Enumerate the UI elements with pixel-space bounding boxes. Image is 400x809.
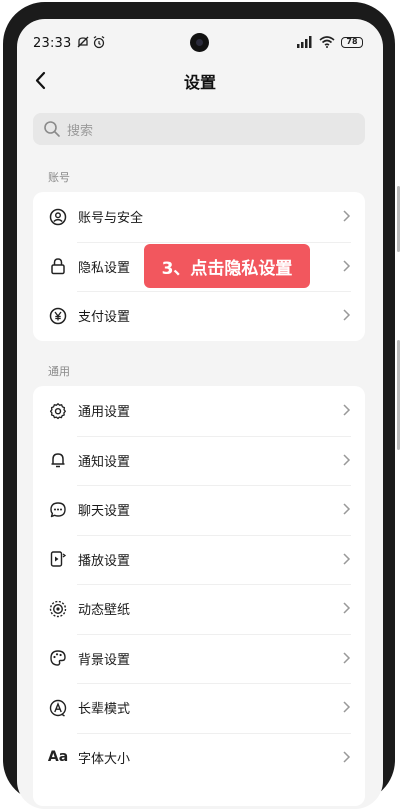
yuan-icon (48, 306, 68, 326)
status-time: 23:33 (33, 36, 72, 51)
settings-item-payment[interactable]: 支付设置 (33, 291, 365, 341)
battery-icon: 78 (341, 36, 363, 48)
chevron-right-icon (343, 503, 351, 515)
elder-mode-icon (48, 698, 68, 718)
status-bar: 23:33 78 (17, 19, 383, 65)
section-title-account: 账号 (48, 171, 70, 184)
settings-item-label: 通用设置 (78, 405, 131, 421)
settings-item-label: 播放设置 (78, 553, 131, 569)
chevron-right-icon (343, 259, 351, 272)
tutorial-callout: 3、点击隐私设置 (144, 244, 310, 288)
font-size-icon: Aa (47, 749, 69, 766)
title-bar: 设置 (17, 65, 383, 105)
search-input[interactable]: 搜索 (33, 113, 365, 145)
chevron-right-icon (343, 602, 351, 614)
user-circle-icon (48, 207, 68, 227)
live-wallpaper-icon (48, 599, 68, 619)
settings-item-live-wallpaper[interactable]: 动态壁纸 (33, 584, 365, 634)
chevron-right-icon (343, 750, 351, 763)
screen: 23:33 78 设置 搜索 账号 账号与安全 隐私设置 支付设置 通用 通用设… (17, 19, 383, 809)
gear-icon (48, 401, 68, 421)
settings-item-playback[interactable]: 播放设置 (33, 534, 365, 585)
search-placeholder: 搜索 (67, 123, 94, 139)
settings-item-label: 长辈模式 (78, 702, 131, 718)
status-right: 78 (297, 36, 363, 48)
settings-item-chat[interactable]: 聊天设置 (33, 485, 365, 535)
front-camera (190, 33, 209, 52)
settings-item-notification[interactable]: 通知设置 (33, 435, 365, 486)
general-card: 通用设置 通知设置 聊天设置 播放设置 动态壁纸 背景设置 长辈模式 Aa 字体… (33, 386, 365, 806)
settings-item-label: 背景设置 (78, 652, 131, 668)
chevron-right-icon (343, 651, 351, 664)
alarm-icon (93, 35, 105, 49)
lock-icon (48, 256, 68, 276)
chevron-right-icon (343, 552, 351, 565)
section-title-general: 通用 (48, 365, 70, 378)
wifi-icon (319, 36, 335, 48)
chat-bubble-icon (48, 500, 68, 520)
chevron-right-icon (343, 453, 351, 466)
silent-icon (77, 36, 89, 48)
settings-item-label: 账号与安全 (78, 211, 144, 227)
play-settings-icon (48, 549, 68, 569)
settings-item-general[interactable]: 通用设置 (33, 386, 365, 436)
chevron-right-icon (343, 404, 351, 416)
chevron-right-icon (343, 309, 351, 321)
page-title: 设置 (183, 73, 216, 92)
chevron-right-icon (343, 701, 351, 713)
settings-item-elder-mode[interactable]: 长辈模式 (33, 683, 365, 733)
palette-icon (48, 648, 68, 668)
settings-item-label: 通知设置 (78, 454, 131, 470)
signal-icon (297, 36, 312, 48)
settings-item-account-security[interactable]: 账号与安全 (33, 192, 365, 242)
settings-item-label: 聊天设置 (78, 504, 131, 520)
chevron-right-icon (343, 210, 351, 222)
settings-item-label: 动态壁纸 (78, 603, 131, 619)
bell-icon (48, 450, 68, 470)
settings-item-label: 隐私设置 (78, 260, 131, 276)
phone-frame: 23:33 78 设置 搜索 账号 账号与安全 隐私设置 支付设置 通用 通用设… (0, 0, 400, 809)
settings-item-font-size[interactable]: Aa 字体大小 (33, 732, 365, 783)
settings-item-label: 字体大小 (78, 751, 131, 767)
settings-item-label: 支付设置 (78, 310, 131, 326)
search-icon (44, 121, 60, 137)
settings-item-background[interactable]: 背景设置 (33, 633, 365, 684)
